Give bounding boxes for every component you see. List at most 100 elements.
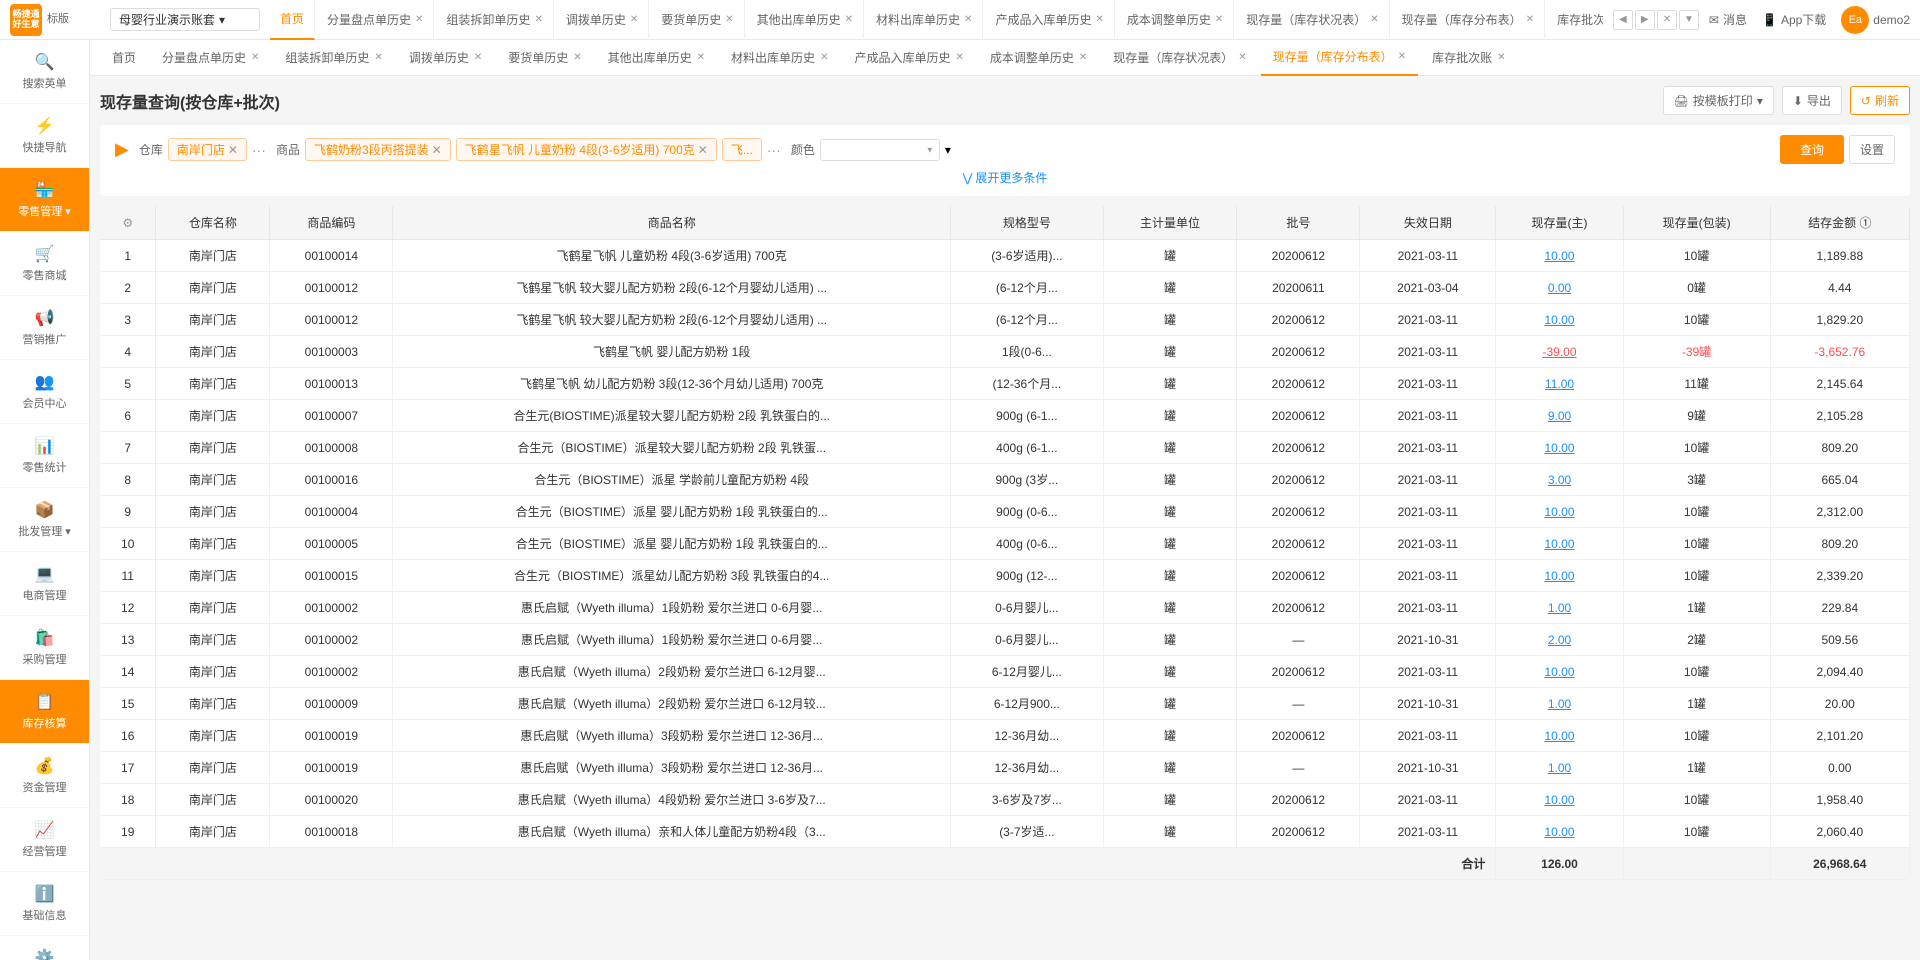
cell-qty-main[interactable]: 10.00 (1496, 432, 1623, 464)
qty-main-link[interactable]: 10.00 (1544, 793, 1574, 807)
top-tab-diao_bo[interactable]: 调拨单历史✕ (556, 0, 649, 40)
qty-main-link[interactable]: 11.00 (1545, 377, 1574, 391)
top-tab-close-zu_chai[interactable]: ✕ (534, 14, 542, 25)
sidebar-item-ecommerce[interactable]: 💻电商管理 (0, 552, 89, 616)
secondary-tab-diao_bo2[interactable]: 调拨单历史✕ (397, 40, 494, 76)
sidebar-item-sys_mgmt[interactable]: ⚙️系统管理 (0, 936, 89, 960)
secondary-tab-close-fen_pan2[interactable]: ✕ (251, 52, 259, 63)
secondary-tab-stock_status2[interactable]: 现存量（库存状况表）✕ (1101, 40, 1258, 76)
top-tab-close-stock_status[interactable]: ✕ (1370, 14, 1378, 25)
top-tab-batch_account[interactable]: 库存批次账✕ (1547, 0, 1603, 40)
refresh-btn[interactable]: ↺ 刷新 (1850, 86, 1910, 115)
sidebar-item-search[interactable]: 🔍搜索英单 (0, 40, 89, 104)
goods-tag-1-remove[interactable]: ✕ (432, 143, 442, 157)
goods-more-btn[interactable]: ··· (767, 142, 781, 158)
tab-menu-arrow[interactable]: ▼ (1679, 10, 1699, 30)
tab-prev-arrow[interactable]: ◀ (1613, 10, 1633, 30)
settings-button[interactable]: 设置 (1849, 135, 1895, 164)
top-tab-zu_chai[interactable]: 组装拆卸单历史✕ (436, 0, 553, 40)
tab-close-arrow[interactable]: ✕ (1657, 10, 1677, 30)
top-tab-stock_status[interactable]: 现存量（库存状况表）✕ (1236, 0, 1389, 40)
secondary-tab-close-product_in2[interactable]: ✕ (955, 52, 963, 63)
secondary-tab-close-yao_huo2[interactable]: ✕ (573, 52, 581, 63)
cell-qty-main[interactable]: 1.00 (1496, 592, 1623, 624)
warehouse-tag-remove[interactable]: ✕ (228, 143, 238, 157)
tab-next-arrow[interactable]: ▶ (1635, 10, 1655, 30)
warehouse-more-btn[interactable]: ··· (252, 142, 266, 158)
qty-main-link[interactable]: 10.00 (1544, 313, 1574, 327)
expand-more-btn[interactable]: ⋁ 展开更多条件 (963, 169, 1048, 186)
top-tab-close-fen_pan[interactable]: ✕ (415, 14, 423, 25)
secondary-tab-stock_dist2[interactable]: 现存量（库存分布表）✕ (1261, 40, 1418, 76)
cell-qty-main[interactable]: 1.00 (1496, 752, 1623, 784)
top-tab-close-product_in[interactable]: ✕ (1095, 14, 1103, 25)
sidebar-item-inventory[interactable]: 📋库存核算 (0, 680, 89, 744)
qty-main-link[interactable]: 10.00 (1544, 537, 1574, 551)
top-tab-close-stock_dist[interactable]: ✕ (1526, 14, 1534, 25)
sidebar-item-basic_info[interactable]: ℹ️基础信息 (0, 872, 89, 936)
settings-icon[interactable]: ⚙ (122, 216, 133, 230)
qty-main-link[interactable]: 10.00 (1544, 441, 1574, 455)
cell-qty-main[interactable]: 10.00 (1496, 304, 1623, 336)
cell-qty-main[interactable]: 3.00 (1496, 464, 1623, 496)
sidebar-item-operations[interactable]: 📈经营管理 (0, 808, 89, 872)
qty-main-link[interactable]: 10.00 (1544, 729, 1574, 743)
sidebar-item-quick_nav[interactable]: ⚡快捷导航 (0, 104, 89, 168)
cell-qty-main[interactable]: 10.00 (1496, 560, 1623, 592)
app-download-btn[interactable]: 📱 App下载 (1762, 11, 1826, 28)
top-tab-product_in[interactable]: 产成品入库单历史✕ (985, 0, 1114, 40)
sidebar-item-retail_mall[interactable]: 🛒零售商城 (0, 232, 89, 296)
secondary-tab-close-zu_chai2[interactable]: ✕ (374, 52, 382, 63)
qty-main-link[interactable]: 10.00 (1544, 505, 1574, 519)
sidebar-item-marketing[interactable]: 📢营销推广 (0, 296, 89, 360)
secondary-tab-close-material_out2[interactable]: ✕ (820, 52, 828, 63)
top-tab-close-other_out[interactable]: ✕ (845, 14, 853, 25)
secondary-tab-fen_pan2[interactable]: 分量盘点单历史✕ (150, 40, 271, 76)
user-area[interactable]: Ea demo2 (1841, 6, 1910, 34)
qty-main-link[interactable]: 1.00 (1548, 601, 1571, 615)
cell-qty-main[interactable]: 0.00 (1496, 272, 1623, 304)
qty-main-link[interactable]: 10.00 (1544, 569, 1574, 583)
template-print-btn[interactable]: 🖨 按模板打印 ▾ (1663, 86, 1774, 115)
qty-main-link[interactable]: 10.00 (1544, 665, 1574, 679)
cell-qty-main[interactable]: 9.00 (1496, 400, 1623, 432)
filter-expand-arrow[interactable]: ▶ (115, 139, 129, 160)
top-tab-cost_adj[interactable]: 成本调整单历史✕ (1117, 0, 1234, 40)
cell-qty-main[interactable]: 10.00 (1496, 656, 1623, 688)
top-tab-close-material_out[interactable]: ✕ (964, 14, 972, 25)
qty-main-link[interactable]: 10.00 (1544, 249, 1574, 263)
qty-main-link[interactable]: 1.00 (1548, 761, 1571, 775)
sidebar-item-retail_mgmt[interactable]: 🏪零售管理 ▾ (0, 168, 89, 232)
cell-qty-main[interactable]: 10.00 (1496, 816, 1623, 848)
secondary-tab-close-cost_adj2[interactable]: ✕ (1079, 52, 1087, 63)
secondary-tab-material_out2[interactable]: 材料出库单历史✕ (719, 40, 840, 76)
goods-tag-2-remove[interactable]: ✕ (698, 143, 708, 157)
qty-main-link[interactable]: 1.00 (1548, 697, 1571, 711)
secondary-tab-other_out2[interactable]: 其他出库单历史✕ (596, 40, 717, 76)
cell-qty-main[interactable]: 11.00 (1496, 368, 1623, 400)
sidebar-item-wholesale_mgmt[interactable]: 📦批发管理 ▾ (0, 488, 89, 552)
cell-qty-main[interactable]: -39.00 (1496, 336, 1623, 368)
secondary-tab-close-diao_bo2[interactable]: ✕ (474, 52, 482, 63)
cell-qty-main[interactable]: 10.00 (1496, 720, 1623, 752)
message-btn[interactable]: ✉ 消息 (1709, 11, 1747, 28)
sidebar-item-member_center[interactable]: 👥会员中心 (0, 360, 89, 424)
cell-qty-main[interactable]: 10.00 (1496, 240, 1623, 272)
cell-qty-main[interactable]: 2.00 (1496, 624, 1623, 656)
cell-qty-main[interactable]: 10.00 (1496, 496, 1623, 528)
top-tab-yao_huo[interactable]: 要货单历史✕ (651, 0, 744, 40)
secondary-tab-cost_adj2[interactable]: 成本调整单历史✕ (978, 40, 1099, 76)
secondary-tab-product_in2[interactable]: 产成品入库单历史✕ (842, 40, 975, 76)
top-tab-material_out[interactable]: 材料出库单历史✕ (866, 0, 983, 40)
top-tab-stock_dist[interactable]: 现存量（库存分布表）✕ (1392, 0, 1545, 40)
secondary-tab-home2[interactable]: 首页 (100, 40, 148, 76)
top-tab-close-yao_huo[interactable]: ✕ (725, 14, 733, 25)
qty-main-link[interactable]: 9.00 (1548, 409, 1571, 423)
sidebar-item-finance[interactable]: 💰资金管理 (0, 744, 89, 808)
industry-select[interactable]: 母婴行业演示账套 ▾ (110, 8, 260, 31)
qty-main-link[interactable]: 2.00 (1548, 633, 1571, 647)
sidebar-item-purchase_mgmt[interactable]: 🛍️采购管理 (0, 616, 89, 680)
col-settings[interactable]: ⚙ (100, 206, 156, 240)
cell-qty-main[interactable]: 10.00 (1496, 528, 1623, 560)
cell-qty-main[interactable]: 1.00 (1496, 688, 1623, 720)
